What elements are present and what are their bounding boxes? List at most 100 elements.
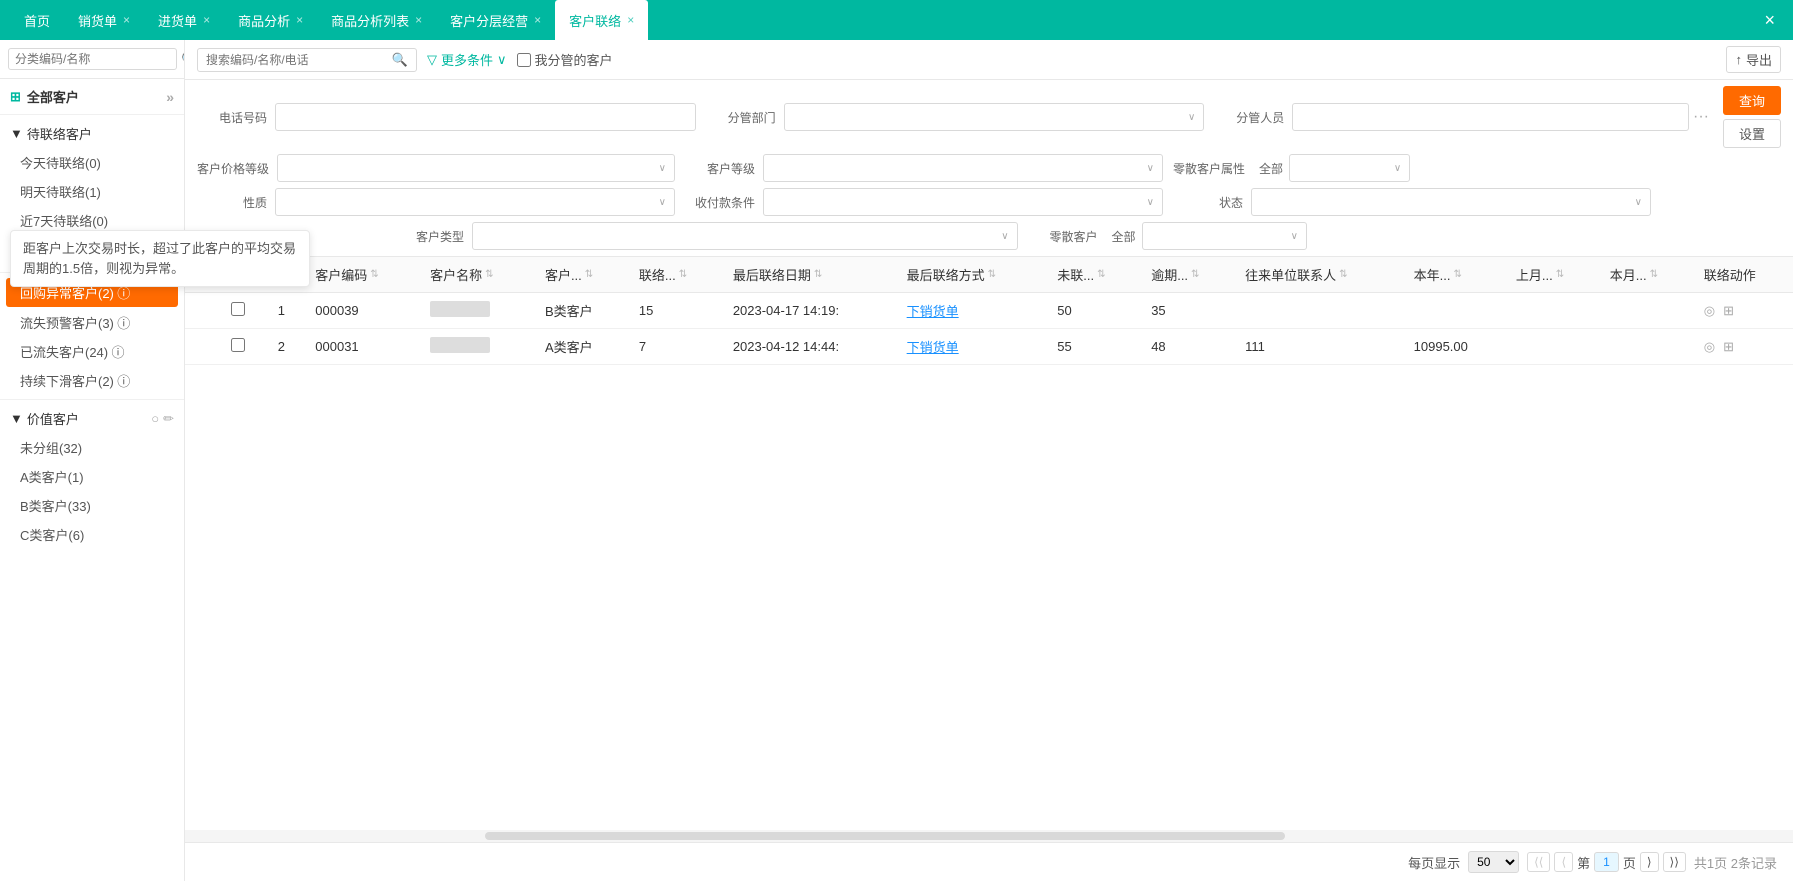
th-contact-count[interactable]: 联络... ⇅ <box>629 257 723 293</box>
filter-cell-customer-level: 客户等级 ∨ <box>685 154 1163 182</box>
th-last-month[interactable]: 上月... ⇅ <box>1506 257 1600 293</box>
window-close-button[interactable]: × <box>1756 10 1783 31</box>
th-this-year[interactable]: 本年... ⇅ <box>1404 257 1506 293</box>
action-link-icon-1[interactable]: ◎ <box>1704 303 1715 319</box>
th-overdue[interactable]: 逾期... ⇅ <box>1141 257 1235 293</box>
filter-search-icon[interactable]: 🔍 <box>392 52 408 68</box>
filter-phone-input[interactable] <box>275 103 696 131</box>
table-header-row: ⚙ 客户编码 ⇅ <box>185 257 1793 293</box>
sidebar-item-a-class[interactable]: A类客户(1) <box>0 462 184 491</box>
sidebar-item-today[interactable]: 今天待联络(0) <box>0 148 184 177</box>
nav-sales-close[interactable]: × <box>123 13 130 27</box>
sidebar-item-b-class[interactable]: B类客户(33) <box>0 491 184 520</box>
lost-warning-info-icon: ⓘ <box>117 316 130 331</box>
filter-price-level-select[interactable]: ∨ <box>277 154 675 182</box>
sidebar-search-input[interactable] <box>8 48 177 70</box>
nav-purchase-close[interactable]: × <box>203 13 210 27</box>
filter-label-payment: 收付款条件 <box>685 194 755 211</box>
row-checkbox-2[interactable] <box>231 338 245 352</box>
nav-product-analysis-close[interactable]: × <box>296 13 303 27</box>
per-page-select[interactable]: 50 20 100 <box>1468 851 1519 873</box>
td-last-contact-method-1[interactable]: 下销货单 <box>897 293 1048 329</box>
pending-triangle-icon: ▼ <box>10 126 23 141</box>
page-end-label: 页 <box>1623 853 1636 872</box>
sidebar-item-tomorrow[interactable]: 明天待联络(1) <box>0 177 184 206</box>
value-circle-icon[interactable]: ○ <box>151 411 159 427</box>
nav-customer-segment-close[interactable]: × <box>534 13 541 27</box>
filter-cell-nature: 性质 ∨ <box>197 188 675 216</box>
nav-sales[interactable]: 销货单 × <box>64 0 144 40</box>
th-customer-name[interactable]: 客户名称 ⇅ <box>420 257 535 293</box>
nav-customer-segment[interactable]: 客户分层经营 × <box>436 0 555 40</box>
nav-home[interactable]: 首页 <box>10 0 64 40</box>
value-triangle-icon: ▼ <box>10 411 23 426</box>
td-last-contact-method-2[interactable]: 下销货单 <box>897 329 1048 365</box>
row-checkbox-1[interactable] <box>231 302 245 316</box>
filter-search-input[interactable] <box>206 53 386 67</box>
action-link-icon-2[interactable]: ◎ <box>1704 339 1715 355</box>
td-this-month-1 <box>1600 293 1694 329</box>
filter-manager-input[interactable] <box>1292 103 1689 131</box>
settings-button[interactable]: 设置 <box>1723 119 1781 148</box>
nav-purchase[interactable]: 进货单 × <box>144 0 224 40</box>
value-edit-icon[interactable]: ✏ <box>163 411 174 427</box>
filter-my-customers[interactable]: 我分管的客户 <box>517 50 613 69</box>
sidebar-item-lost-warning[interactable]: 流失预警客户(3) ⓘ <box>0 308 184 337</box>
next-page-button[interactable]: ⟩ <box>1640 852 1659 872</box>
filter-label-status: 状态 <box>1173 194 1243 211</box>
export-button[interactable]: ↑ 导出 <box>1726 46 1781 73</box>
filter-nature-select[interactable]: ∨ <box>275 188 675 216</box>
sidebar-item-ungroup[interactable]: 未分组(32) <box>0 433 184 462</box>
th-no-contact[interactable]: 未联... ⇅ <box>1047 257 1141 293</box>
filter-customer-type-select[interactable]: ∨ <box>472 222 1017 250</box>
grid-icon: ⊞ <box>10 89 21 105</box>
sidebar-collapse-icon[interactable]: » <box>166 89 174 105</box>
td-gear-1 <box>185 293 221 329</box>
main-layout: 🔍 ⊞ 全部客户 » ▼ 待联络客户 今天待联络(0) 明天待联络(1) 近7天… <box>0 40 1793 881</box>
td-last-contact-date-2: 2023-04-12 14:44: <box>723 329 897 365</box>
th-customer-type[interactable]: 客户... ⇅ <box>535 257 629 293</box>
filter-manager-dots[interactable]: ··· <box>1693 108 1709 126</box>
th-this-month[interactable]: 本月... ⇅ <box>1600 257 1694 293</box>
my-customers-checkbox[interactable] <box>517 53 531 67</box>
prev-page-button[interactable]: ⟨ <box>1554 852 1573 872</box>
action-add-icon-2[interactable]: ⊞ <box>1723 339 1734 355</box>
nav-product-analysis-list[interactable]: 商品分析列表 × <box>317 0 436 40</box>
td-customer-type-1: B类客户 <box>535 293 629 329</box>
nav-customer-contact-close[interactable]: × <box>627 13 634 27</box>
sort-customer-code-icon: ⇅ <box>370 269 378 280</box>
pending-contact-group[interactable]: ▼ 待联络客户 <box>0 119 184 148</box>
query-button[interactable]: 查询 <box>1723 86 1781 115</box>
td-customer-code-2[interactable]: 000031 <box>305 329 420 365</box>
filter-dept-select[interactable]: ∨ <box>784 103 1205 131</box>
td-overdue-2: 48 <box>1141 329 1235 365</box>
sidebar-item-lost[interactable]: 已流失客户(24) ⓘ <box>0 337 184 366</box>
first-page-button[interactable]: ⟨⟨ <box>1527 852 1550 872</box>
nav-product-analysis[interactable]: 商品分析 × <box>224 0 317 40</box>
filter-status-select[interactable]: ∨ <box>1251 188 1651 216</box>
sort-customer-name-icon: ⇅ <box>485 269 493 280</box>
value-group-label[interactable]: 价值客户 <box>27 409 79 428</box>
th-unit-contact[interactable]: 往来单位联系人 ⇅ <box>1235 257 1404 293</box>
repeat-abnormal-info-icon: ⓘ <box>117 286 130 301</box>
sidebar-item-declining[interactable]: 持续下滑客户(2) ⓘ <box>0 366 184 395</box>
sort-last-contact-date-icon: ⇅ <box>814 269 822 280</box>
last-page-button[interactable]: ⟩⟩ <box>1663 852 1686 872</box>
scrollbar-thumb[interactable] <box>485 832 1285 840</box>
sidebar-item-c-class[interactable]: C类客户(6) <box>0 520 184 549</box>
th-last-contact-date[interactable]: 最后联络日期 ⇅ <box>723 257 897 293</box>
filter-more-conditions[interactable]: ▽ 更多条件 ∨ <box>427 50 507 69</box>
filter-scattered-attr-select[interactable]: ∨ <box>1289 154 1410 182</box>
horizontal-scrollbar[interactable] <box>185 830 1793 842</box>
filter-payment-select[interactable]: ∨ <box>763 188 1163 216</box>
nav-product-analysis-list-close[interactable]: × <box>415 13 422 27</box>
th-last-contact-method[interactable]: 最后联络方式 ⇅ <box>897 257 1048 293</box>
scattered-customer-prefix: 全部 <box>1112 228 1136 245</box>
td-customer-code-1[interactable]: 000039 <box>305 293 420 329</box>
nav-customer-contact[interactable]: 客户联络 × <box>555 0 648 40</box>
td-unit-contact-1 <box>1235 293 1404 329</box>
action-add-icon-1[interactable]: ⊞ <box>1723 303 1734 319</box>
filter-scattered-customer-select[interactable]: ∨ <box>1142 222 1307 250</box>
filter-customer-level-select[interactable]: ∨ <box>763 154 1163 182</box>
th-customer-code[interactable]: 客户编码 ⇅ <box>305 257 420 293</box>
